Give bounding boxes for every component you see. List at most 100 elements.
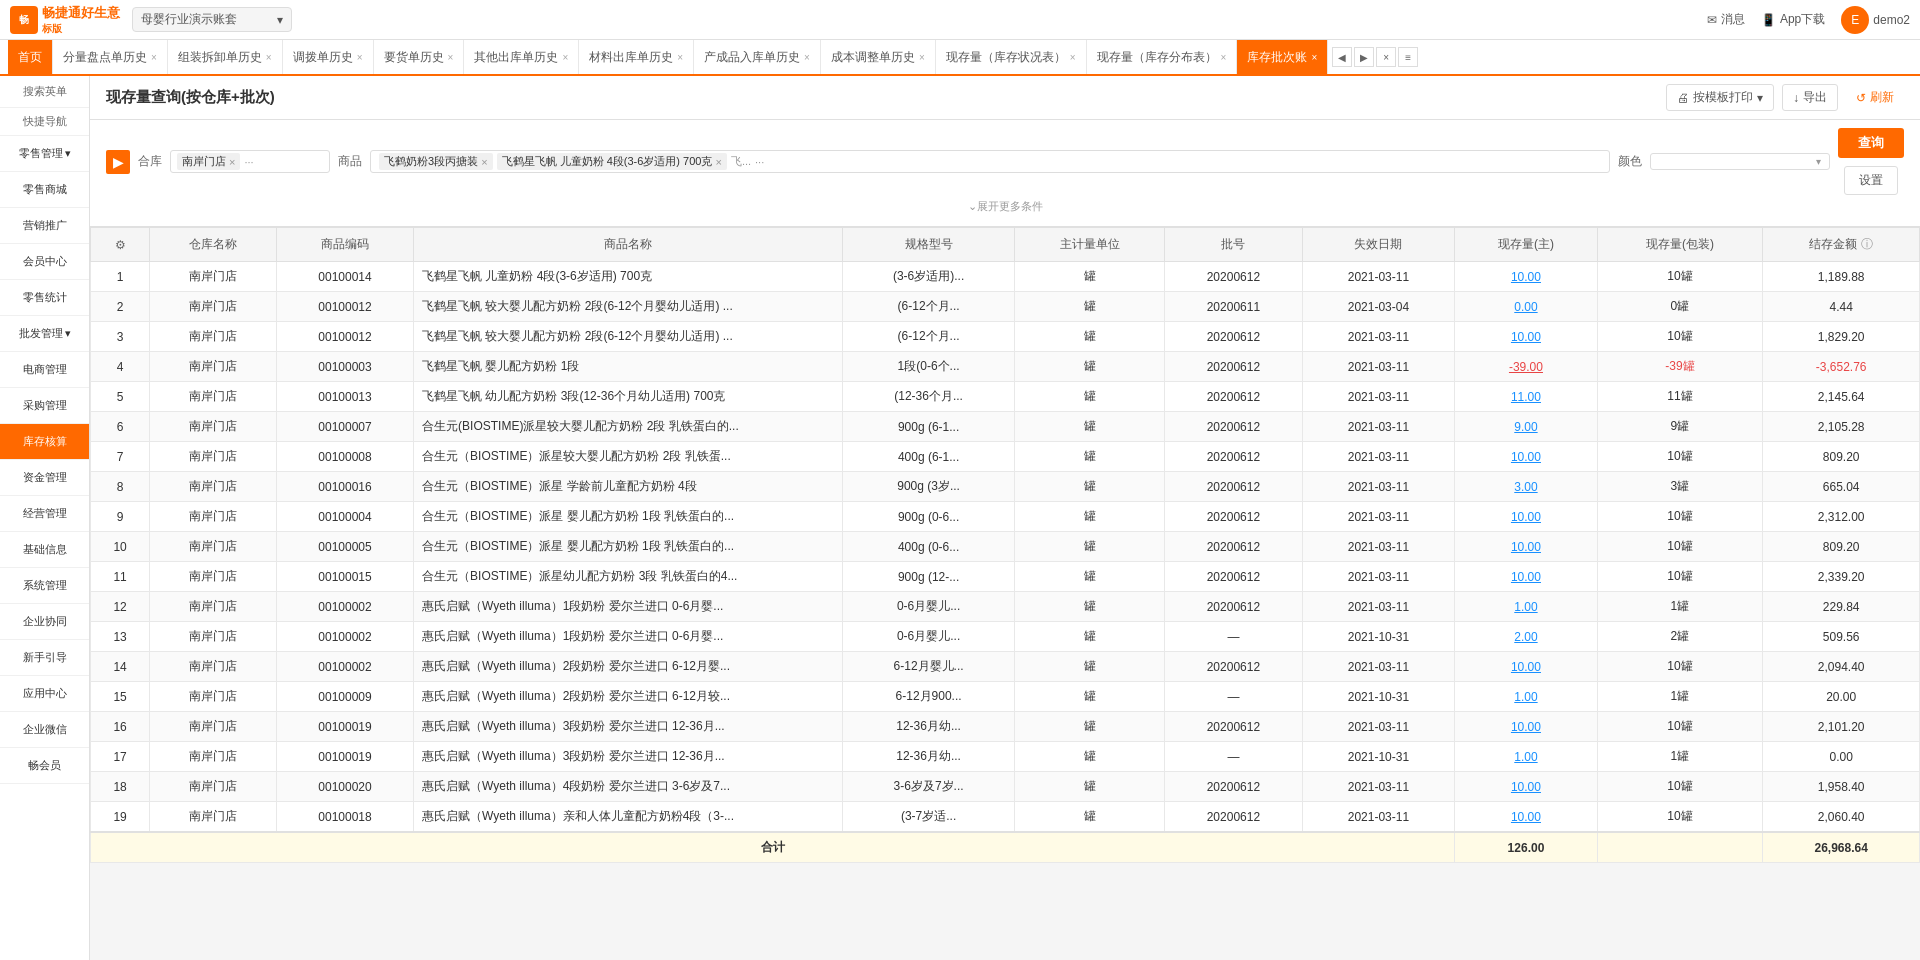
tab-cailiao[interactable]: 材料出库单历史×	[579, 40, 694, 75]
sidebar-item-ecommerce[interactable]: 电商管理	[0, 352, 89, 388]
close-icon[interactable]: ×	[1070, 52, 1076, 63]
cell-qty-main[interactable]: 10.00	[1455, 442, 1597, 472]
export-btn[interactable]: ↓ 导出	[1782, 84, 1838, 111]
nav-close-btn[interactable]: ×	[1376, 47, 1396, 67]
close-icon[interactable]: ×	[151, 52, 157, 63]
cell-qty-main[interactable]: 10.00	[1455, 322, 1597, 352]
cell-batch: 20200612	[1165, 502, 1302, 532]
close-icon[interactable]: ×	[448, 52, 454, 63]
sidebar-item-marketing[interactable]: 营销推广	[0, 208, 89, 244]
sidebar-item-operations[interactable]: 经营管理	[0, 496, 89, 532]
cell-expire: 2021-03-11	[1302, 382, 1455, 412]
cell-qty-main[interactable]: 11.00	[1455, 382, 1597, 412]
close-icon[interactable]: ×	[1221, 52, 1227, 63]
tab-yaohuo[interactable]: 要货单历史×	[374, 40, 465, 75]
close-icon[interactable]: ×	[562, 52, 568, 63]
workspace-selector[interactable]: 母婴行业演示账套 ▾	[132, 7, 292, 32]
cell-code: 00100014	[276, 262, 413, 292]
close-icon[interactable]: ×	[1311, 52, 1317, 63]
remove-warehouse-tag[interactable]: ×	[229, 156, 235, 168]
filter-ellipsis[interactable]: ···	[244, 156, 253, 168]
tab-home[interactable]: 首页	[8, 40, 53, 75]
cell-spec: 12-36月幼...	[842, 712, 1014, 742]
cell-qty-main[interactable]: 10.00	[1455, 802, 1597, 833]
tab-xiancun-fenbiao[interactable]: 现存量（库存分布表）×	[1087, 40, 1238, 75]
cell-qty-main[interactable]: 1.00	[1455, 742, 1597, 772]
filter-expand-btn[interactable]: ▶	[106, 150, 130, 174]
tab-fenliangpandian[interactable]: 分量盘点单历史×	[53, 40, 168, 75]
close-icon[interactable]: ×	[919, 52, 925, 63]
tab-zuchaichu[interactable]: 组装拆卸单历史×	[168, 40, 283, 75]
color-filter-input[interactable]: ▾	[1650, 153, 1830, 170]
product-filter-more[interactable]: ···	[755, 156, 764, 168]
table-row: 10 南岸门店 00100005 合生元（BIOSTIME）派星 婴儿配方奶粉 …	[91, 532, 1920, 562]
remove-product-tag-1[interactable]: ×	[481, 156, 487, 168]
tab-diaobo[interactable]: 调拨单历史×	[283, 40, 374, 75]
cell-qty-main[interactable]: 10.00	[1455, 532, 1597, 562]
nav-menu-btn[interactable]: ≡	[1398, 47, 1418, 67]
close-icon[interactable]: ×	[266, 52, 272, 63]
sidebar-item-basic-info[interactable]: 基础信息	[0, 532, 89, 568]
tab-chanpin[interactable]: 产成品入库单历史×	[694, 40, 821, 75]
cell-qty-main[interactable]: 10.00	[1455, 712, 1597, 742]
close-icon[interactable]: ×	[357, 52, 363, 63]
tab-chengben[interactable]: 成本调整单历史×	[821, 40, 936, 75]
setting-btn[interactable]: 设置	[1844, 166, 1898, 195]
product-filter-ellipsis[interactable]: 飞...	[731, 154, 751, 169]
cell-qty-main[interactable]: 0.00	[1455, 292, 1597, 322]
sidebar-item-guide[interactable]: 新手引导	[0, 640, 89, 676]
sidebar-item-purchase[interactable]: 采购管理	[0, 388, 89, 424]
cell-spec: (6-12个月...	[842, 322, 1014, 352]
user-avatar-area[interactable]: E demo2	[1841, 6, 1910, 34]
app-download-btn[interactable]: 📱 App下载	[1761, 11, 1825, 28]
close-icon[interactable]: ×	[677, 52, 683, 63]
close-icon[interactable]: ×	[804, 52, 810, 63]
sidebar-item-wholesale[interactable]: 批发管理▾	[0, 316, 89, 352]
sidebar-item-retail-shop[interactable]: 零售商城	[0, 172, 89, 208]
cell-name: 飞鹤星飞帆 婴儿配方奶粉 1段	[414, 352, 843, 382]
sidebar-item-membership[interactable]: 畅会员	[0, 748, 89, 784]
cell-qty-main[interactable]: 9.00	[1455, 412, 1597, 442]
cell-qty-main[interactable]: 10.00	[1455, 262, 1597, 292]
cell-name: 惠氏启赋（Wyeth illuma）3段奶粉 爱尔兰进口 12-36月...	[414, 712, 843, 742]
cell-name: 惠氏启赋（Wyeth illuma）4段奶粉 爱尔兰进口 3-6岁及7...	[414, 772, 843, 802]
sidebar-item-members[interactable]: 会员中心	[0, 244, 89, 280]
cell-qty-main[interactable]: 1.00	[1455, 592, 1597, 622]
cell-qty-main[interactable]: 10.00	[1455, 652, 1597, 682]
sidebar-item-wechat[interactable]: 企业微信	[0, 712, 89, 748]
template-print-btn[interactable]: 🖨 按模板打印 ▾	[1666, 84, 1774, 111]
tab-pici[interactable]: 库存批次账×	[1237, 40, 1328, 75]
tab-qitachuku[interactable]: 其他出库单历史×	[464, 40, 579, 75]
nav-left-btn[interactable]: ◀	[1332, 47, 1352, 67]
cell-qty-main[interactable]: -39.00	[1455, 352, 1597, 382]
cell-qty-main[interactable]: 3.00	[1455, 472, 1597, 502]
cell-spec: 6-12月900...	[842, 682, 1014, 712]
sidebar-item-retail-mgmt[interactable]: 零售管理▾	[0, 136, 89, 172]
nav-right-btn[interactable]: ▶	[1354, 47, 1374, 67]
remove-product-tag-2[interactable]: ×	[715, 156, 721, 168]
sidebar-item-retail-stats[interactable]: 零售统计	[0, 280, 89, 316]
tab-xiancun-zhuangkuang[interactable]: 现存量（库存状况表）×	[936, 40, 1087, 75]
product-filter-input[interactable]: 飞鹤奶粉3段丙搪装 × 飞鹤星飞帆 儿童奶粉 4段(3-6岁适用) 700克 ×…	[370, 150, 1610, 173]
sidebar-item-apps[interactable]: 应用中心	[0, 676, 89, 712]
sidebar-item-inventory[interactable]: 库存核算	[0, 424, 89, 460]
sidebar-item-nav[interactable]: 快捷导航	[0, 108, 89, 136]
cell-spec: 3-6岁及7岁...	[842, 772, 1014, 802]
cell-qty-main[interactable]: 10.00	[1455, 772, 1597, 802]
sidebar-item-system[interactable]: 系统管理	[0, 568, 89, 604]
cell-warehouse: 南岸门店	[150, 622, 277, 652]
cell-qty-main[interactable]: 10.00	[1455, 562, 1597, 592]
sidebar-item-search[interactable]: 搜索英单	[0, 76, 89, 108]
cell-qty-main[interactable]: 1.00	[1455, 682, 1597, 712]
sidebar-item-finance[interactable]: 资金管理	[0, 460, 89, 496]
message-btn[interactable]: ✉ 消息	[1707, 11, 1745, 28]
warehouse-filter-input[interactable]: 南岸门店 × ···	[170, 150, 330, 173]
query-btn[interactable]: 查询	[1838, 128, 1904, 158]
cell-code: 00100018	[276, 802, 413, 833]
th-settings[interactable]: ⚙	[91, 228, 150, 262]
sidebar-item-enterprise[interactable]: 企业协同	[0, 604, 89, 640]
expand-more-btn[interactable]: ⌄ 展开更多条件	[106, 195, 1904, 218]
refresh-btn[interactable]: ↺ 刷新	[1846, 85, 1904, 110]
cell-qty-main[interactable]: 10.00	[1455, 502, 1597, 532]
cell-qty-main[interactable]: 2.00	[1455, 622, 1597, 652]
